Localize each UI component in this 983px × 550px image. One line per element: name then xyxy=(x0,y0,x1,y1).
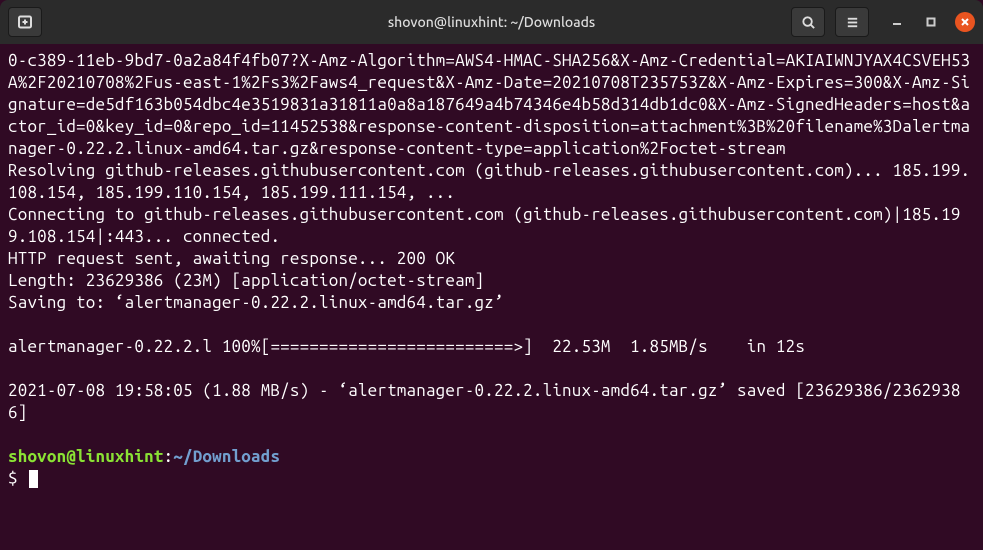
output-line: Resolving github-releases.githubusercont… xyxy=(8,161,970,202)
minimize-button[interactable] xyxy=(887,12,907,32)
output-line: alertmanager-0.22.2.l 100%[=============… xyxy=(8,337,805,356)
close-icon xyxy=(960,17,970,27)
output-line: 2021-07-08 19:58:05 (1.88 MB/s) - ‘alert… xyxy=(8,381,961,422)
new-tab-icon xyxy=(17,14,33,30)
output-line: HTTP request sent, awaiting response... … xyxy=(8,249,455,268)
terminal-output[interactable]: 0-c389-11eb-9bd7-0a2a84f4fb07?X-Amz-Algo… xyxy=(0,44,983,496)
window-title: shovon@linuxhint: ~/Downloads xyxy=(388,14,595,30)
titlebar: shovon@linuxhint: ~/Downloads xyxy=(0,0,983,44)
close-button[interactable] xyxy=(955,12,975,32)
search-button[interactable] xyxy=(791,7,825,37)
output-line: 0-c389-11eb-9bd7-0a2a84f4fb07?X-Amz-Algo… xyxy=(8,51,970,158)
window-controls xyxy=(887,12,975,32)
menu-button[interactable] xyxy=(835,7,869,37)
prompt-user-host: shovon@linuxhint xyxy=(8,447,164,466)
output-line: Saving to: ‘alertmanager-0.22.2.linux-am… xyxy=(8,293,504,312)
maximize-icon xyxy=(926,17,936,27)
output-line: Length: 23629386 (23M) [application/octe… xyxy=(8,271,484,290)
titlebar-right xyxy=(791,7,975,37)
titlebar-left xyxy=(8,7,42,37)
maximize-button[interactable] xyxy=(921,12,941,32)
prompt-dollar: $ xyxy=(8,469,27,488)
prompt-path: ~/Downloads xyxy=(173,447,280,466)
cursor xyxy=(29,470,38,488)
output-line: Connecting to github-releases.githubuser… xyxy=(8,205,961,246)
minimize-icon xyxy=(892,17,902,27)
new-tab-button[interactable] xyxy=(8,7,42,37)
prompt-colon: : xyxy=(164,447,174,466)
hamburger-icon xyxy=(845,15,860,30)
search-icon xyxy=(801,15,816,30)
